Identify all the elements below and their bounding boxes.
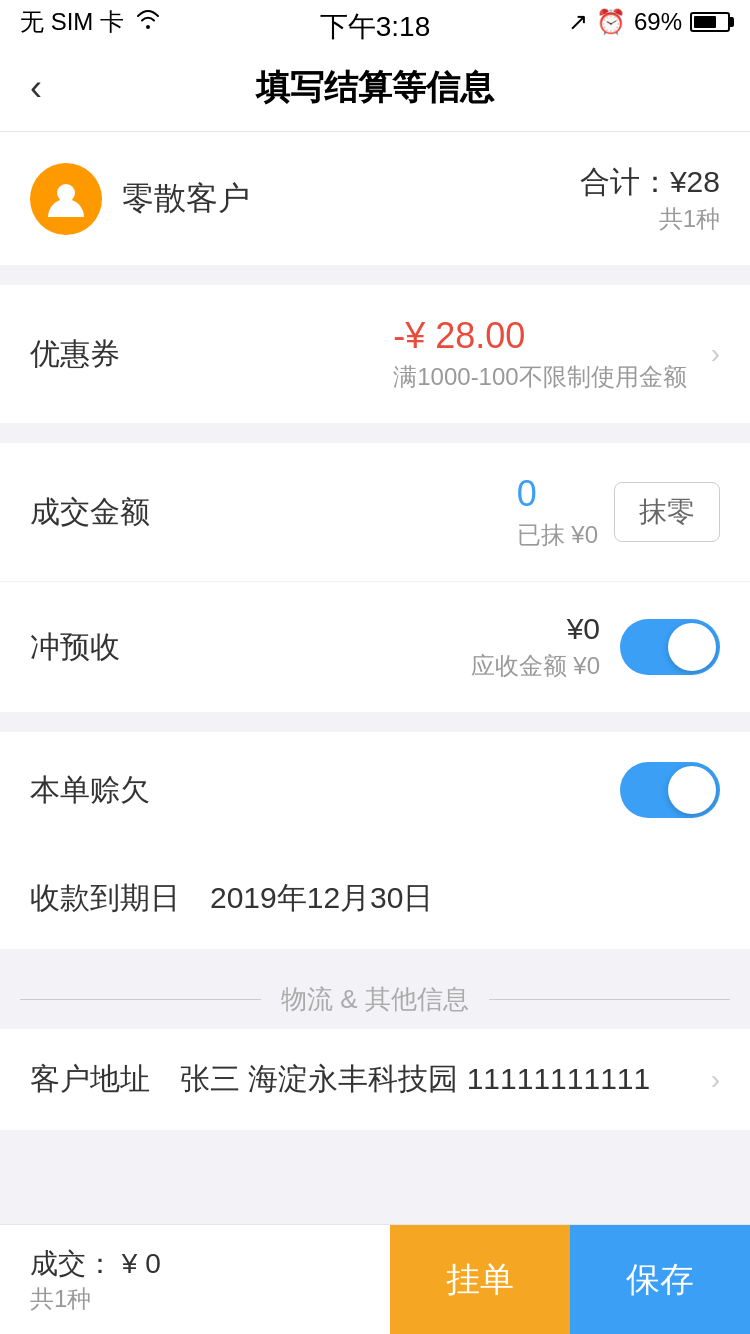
location-icon: ↗	[568, 8, 588, 36]
round-down-button[interactable]: 抹零	[614, 482, 720, 542]
bottom-bar: 成交： ¥ 0 共1种 挂单 保存	[0, 1224, 750, 1334]
nav-bar: ‹ 填写结算等信息	[0, 44, 750, 132]
customer-total: 合计：¥28	[580, 162, 720, 203]
divider-1	[0, 265, 750, 285]
coupon-section[interactable]: 优惠券 -¥ 28.00 满1000-100不限制使用金额 ›	[0, 285, 750, 423]
customer-left: 零散客户	[30, 163, 250, 235]
status-time: 下午3:18	[320, 8, 431, 46]
status-right: ↗ ⏰ 69%	[568, 8, 730, 36]
alarm-icon: ⏰	[596, 8, 626, 36]
coupon-value: -¥ 28.00	[393, 315, 686, 357]
toggle-knob	[668, 623, 716, 671]
user-icon	[44, 177, 88, 221]
bottom-deal-label: 成交：	[30, 1248, 114, 1279]
customer-count: 共1种	[580, 203, 720, 235]
divider-3	[0, 712, 750, 732]
deal-section: 成交金额 0 已抹 ¥0 抹零 冲预收 ¥0 应收金额 ¥0	[0, 443, 750, 712]
status-bar: 无 SIM 卡 下午3:18 ↗ ⏰ 69%	[0, 0, 750, 44]
divider-4	[0, 949, 750, 969]
debt-toggle-knob	[668, 766, 716, 814]
debt-row: 本单赊欠	[0, 732, 750, 848]
due-date-value: 2019年12月30日	[210, 878, 433, 919]
bottom-deal-info: 成交： ¥ 0	[30, 1245, 360, 1283]
prepayment-toggle[interactable]	[620, 619, 720, 675]
address-chevron-icon: ›	[711, 1064, 720, 1096]
deal-amount-row: 成交金额 0 已抹 ¥0 抹零	[0, 443, 750, 582]
prepayment-sub: 应收金额 ¥0	[471, 650, 600, 682]
battery-percent: 69%	[634, 8, 682, 36]
divider-line-left	[20, 999, 261, 1000]
bottom-deal-sub: 共1种	[30, 1283, 360, 1315]
debt-section: 本单赊欠 收款到期日 2019年12月30日	[0, 732, 750, 949]
hang-button[interactable]: 挂单	[390, 1225, 570, 1335]
deal-amount-right: 0 已抹 ¥0 抹零	[517, 473, 720, 551]
coupon-sub: 满1000-100不限制使用金额	[393, 361, 686, 393]
prepayment-values: ¥0 应收金额 ¥0	[471, 612, 600, 682]
coupon-right: -¥ 28.00 满1000-100不限制使用金额 ›	[393, 315, 720, 393]
customer-name: 零散客户	[122, 177, 250, 221]
bottom-left: 成交： ¥ 0 共1种	[0, 1245, 390, 1315]
address-section[interactable]: 客户地址 张三 海淀永丰科技园 11111111111 ›	[0, 1029, 750, 1130]
chevron-right-icon: ›	[711, 338, 720, 370]
prepayment-row: 冲预收 ¥0 应收金额 ¥0	[0, 582, 750, 712]
due-date-row: 收款到期日 2019年12月30日	[0, 848, 750, 949]
prepayment-label: 冲预收	[30, 627, 120, 668]
page-title: 填写结算等信息	[256, 65, 494, 111]
sim-label: 无 SIM 卡	[20, 6, 124, 38]
prepayment-value: ¥0	[471, 612, 600, 646]
bottom-deal-value: ¥ 0	[122, 1248, 161, 1279]
prepayment-right: ¥0 应收金额 ¥0	[471, 612, 720, 682]
debt-label: 本单赊欠	[30, 770, 150, 811]
deal-amount-label: 成交金额	[30, 492, 150, 533]
content: 零散客户 合计：¥28 共1种 优惠券 -¥ 28.00 满1000-100不限…	[0, 132, 750, 1334]
due-date-label: 收款到期日	[30, 878, 180, 919]
coupon-row[interactable]: 优惠券 -¥ 28.00 满1000-100不限制使用金额 ›	[0, 285, 750, 423]
battery-icon	[690, 12, 730, 32]
logistics-divider: 物流 & 其他信息	[0, 969, 750, 1029]
coupon-label: 优惠券	[30, 334, 120, 375]
debt-toggle[interactable]	[620, 762, 720, 818]
customer-right: 合计：¥28 共1种	[580, 162, 720, 235]
status-left: 无 SIM 卡	[20, 6, 162, 38]
deal-amount-value: 0	[517, 473, 598, 515]
avatar	[30, 163, 102, 235]
divider-line-right	[489, 999, 730, 1000]
wifi-icon	[134, 8, 162, 36]
deal-amount-sub: 已抹 ¥0	[517, 519, 598, 551]
save-button[interactable]: 保存	[570, 1225, 750, 1335]
address-row[interactable]: 客户地址 张三 海淀永丰科技园 11111111111 ›	[0, 1029, 750, 1130]
address-value: 张三 海淀永丰科技园 11111111111	[180, 1059, 673, 1100]
logistics-label: 物流 & 其他信息	[281, 982, 469, 1017]
divider-2	[0, 423, 750, 443]
customer-section: 零散客户 合计：¥28 共1种	[0, 132, 750, 265]
address-label: 客户地址	[30, 1059, 150, 1100]
back-button[interactable]: ‹	[30, 67, 42, 109]
